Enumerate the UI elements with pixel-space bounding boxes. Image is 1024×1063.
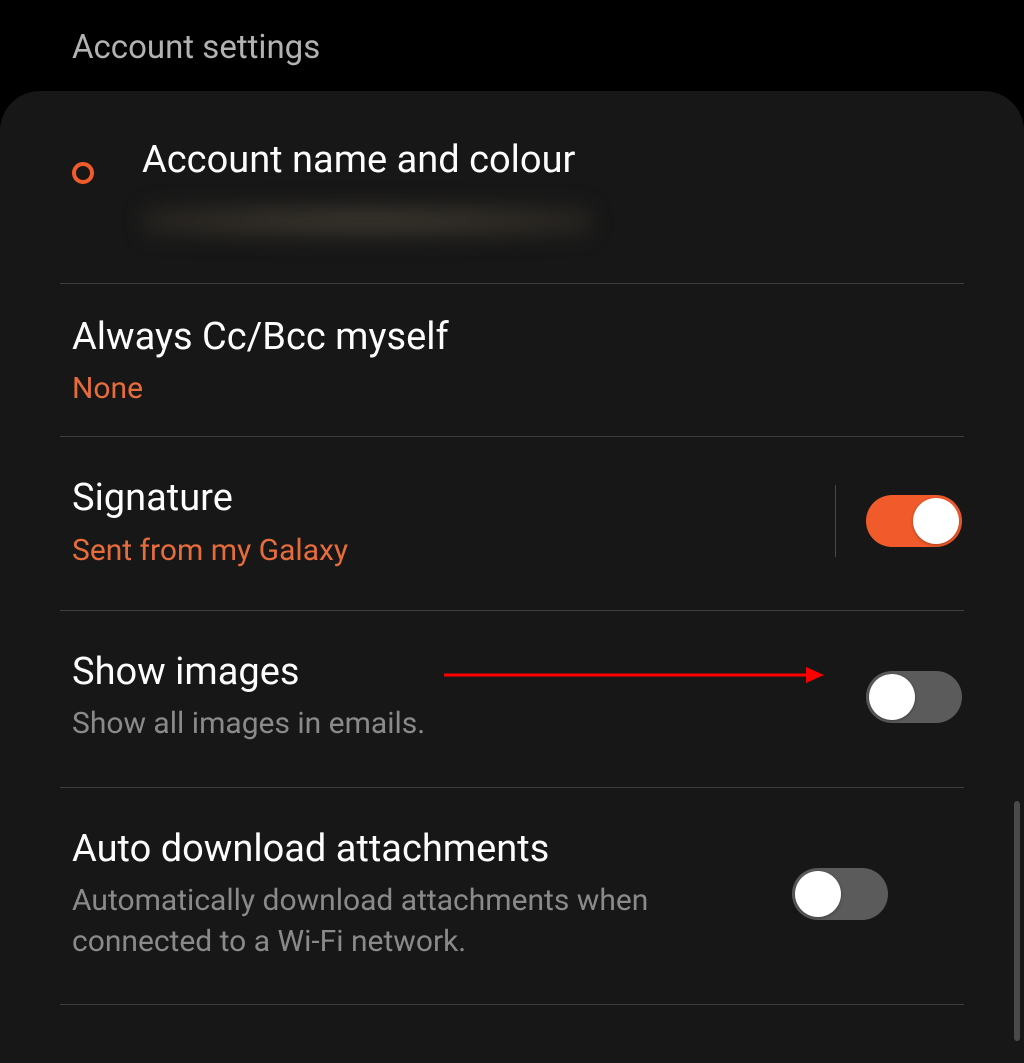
- setting-subtitle: Sent from my Galaxy: [72, 533, 815, 568]
- setting-auto-download[interactable]: Auto download attachments Automatically …: [0, 788, 1024, 1005]
- settings-panel: Account name and colour Always Cc/Bcc my…: [0, 91, 1024, 1063]
- setting-text: Account name and colour: [142, 137, 962, 239]
- page-header: Account settings: [0, 0, 1024, 91]
- setting-text: Show images Show all images in emails.: [72, 649, 866, 745]
- toggle-knob: [869, 674, 915, 720]
- toggle-knob: [913, 498, 959, 544]
- setting-account-name-colour[interactable]: Account name and colour: [0, 91, 1024, 283]
- divider: [60, 1004, 964, 1005]
- setting-cc-bcc[interactable]: Always Cc/Bcc myself None: [0, 284, 1024, 437]
- show-images-toggle[interactable]: [866, 671, 962, 723]
- setting-text: Always Cc/Bcc myself None: [72, 314, 962, 407]
- setting-title: Auto download attachments: [72, 826, 792, 874]
- setting-title: Always Cc/Bcc myself: [72, 314, 962, 362]
- setting-text: Auto download attachments Automatically …: [72, 826, 792, 963]
- vertical-divider: [835, 485, 836, 557]
- auto-download-toggle[interactable]: [792, 868, 888, 920]
- account-color-ring-icon: [72, 162, 94, 184]
- setting-signature[interactable]: Signature Sent from my Galaxy: [0, 437, 1024, 610]
- setting-show-images[interactable]: Show images Show all images in emails.: [0, 611, 1024, 787]
- setting-title: Signature: [72, 475, 815, 523]
- setting-subtitle: None: [72, 371, 962, 406]
- redacted-email-subtitle: [142, 203, 592, 239]
- setting-title: Show images: [72, 649, 866, 697]
- scrollbar[interactable]: [1014, 801, 1020, 1041]
- toggle-knob: [795, 871, 841, 917]
- setting-subtitle: Automatically download attachments when …: [72, 881, 792, 962]
- setting-title: Account name and colour: [142, 137, 962, 185]
- setting-text: Signature Sent from my Galaxy: [72, 475, 815, 568]
- page-title: Account settings: [72, 28, 320, 67]
- setting-subtitle: Show all images in emails.: [72, 704, 866, 745]
- signature-toggle[interactable]: [866, 495, 962, 547]
